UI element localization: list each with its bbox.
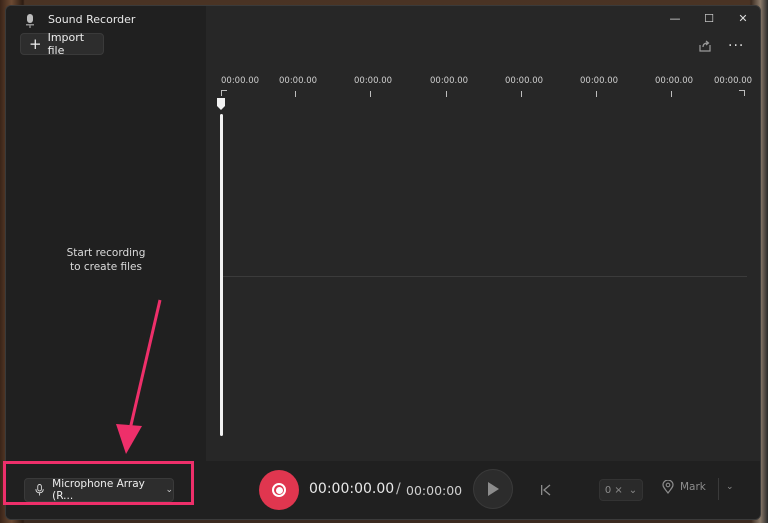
current-time: 00:00:00.00 (309, 481, 395, 497)
waveform-center-line (223, 276, 747, 277)
playhead-line[interactable] (220, 114, 223, 436)
skip-to-start-icon[interactable] (540, 484, 552, 496)
mark-pin-icon (662, 480, 674, 494)
share-icon[interactable] (698, 39, 712, 53)
time-separator: / (396, 481, 401, 497)
playback-speed-value: 0 × (604, 484, 623, 496)
ruler-label: 00:00.00 (580, 76, 619, 86)
play-button[interactable] (473, 469, 513, 509)
ruler-label: 00:00.00 (655, 76, 694, 86)
ruler-tick (521, 91, 522, 97)
ruler-label: 00:00.00 (430, 76, 469, 86)
annotation-arrow (116, 299, 162, 454)
more-options-icon[interactable]: ··· (728, 38, 744, 54)
maximize-button[interactable]: ☐ (692, 6, 726, 30)
mark-button[interactable]: Mark (662, 480, 706, 494)
total-time: 00:00:00 (406, 483, 463, 498)
ruler-start-marker (221, 90, 227, 96)
ruler-tick (596, 91, 597, 97)
import-file-button[interactable]: + Import file (20, 31, 104, 57)
ruler-label: 00:00.00 (279, 76, 318, 86)
ruler-tick (370, 91, 371, 97)
minimize-button[interactable]: — (658, 6, 692, 30)
close-button[interactable]: ✕ (726, 6, 760, 30)
ruler-tick (295, 91, 296, 97)
ruler-label: 00:00.00 (714, 76, 753, 86)
mark-divider (718, 478, 719, 500)
ruler-label: 00:00.00 (505, 76, 544, 86)
plus-icon: + (29, 34, 42, 53)
playback-speed-selector[interactable]: 0 × ⌄ (599, 479, 643, 501)
playhead-handle[interactable] (216, 98, 226, 110)
play-icon (488, 482, 499, 496)
import-file-label: Import file (47, 31, 85, 57)
ruler-label: 00:00.00 (354, 76, 393, 86)
empty-state-line-1: Start recording (66, 247, 146, 259)
empty-state-line-2: to create files (69, 261, 142, 273)
record-button[interactable] (259, 470, 299, 510)
annotation-highlight-box (3, 461, 194, 505)
ruler-end-marker (739, 90, 745, 96)
empty-state-message: Start recording to create files (6, 246, 206, 274)
ruler-tick (671, 91, 672, 97)
window-controls: — ☐ ✕ (658, 6, 760, 30)
app-mic-icon (26, 14, 34, 28)
mark-label: Mark (680, 481, 706, 493)
app-title: Sound Recorder (48, 13, 136, 26)
record-icon (272, 483, 286, 497)
timeline-ruler: 00:00.00 00:00.00 00:00.00 00:00.00 00:0… (206, 76, 758, 106)
mark-options-chevron-icon[interactable]: ⌄ (726, 482, 734, 492)
ruler-label: 00:00.00 (221, 76, 260, 86)
chevron-down-icon: ⌄ (628, 484, 638, 496)
recordings-sidebar: Sound Recorder + Import file Start recor… (6, 6, 206, 519)
ruler-tick (446, 91, 447, 97)
